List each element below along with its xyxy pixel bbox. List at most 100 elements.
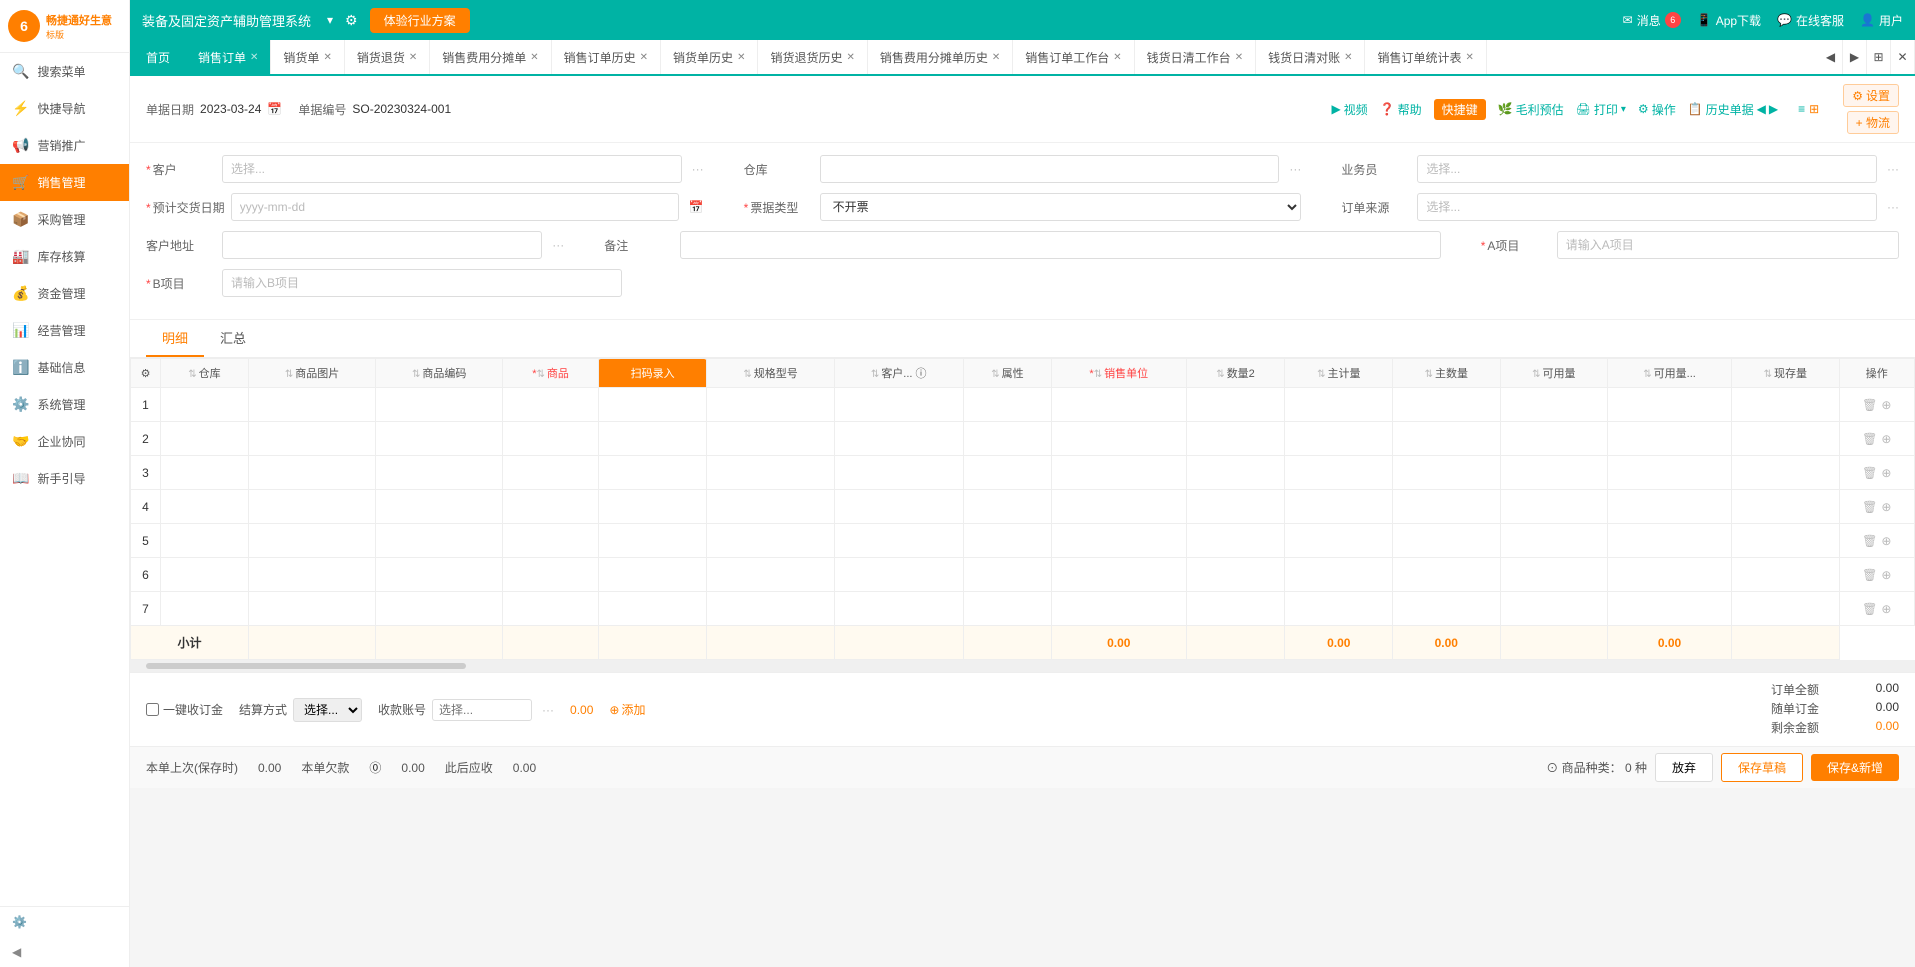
row-code-7[interactable]	[376, 592, 503, 626]
save-draft-button[interactable]: 保存草稿	[1721, 753, 1803, 782]
one-click-input[interactable]	[146, 703, 159, 716]
col-spec-header[interactable]: 规格型号	[707, 359, 834, 388]
row-unit-4[interactable]	[1051, 490, 1186, 524]
row-code-4[interactable]	[376, 490, 503, 524]
row-unit-2[interactable]	[1051, 422, 1186, 456]
sidebar-item-9[interactable]: ⚙️系统管理	[0, 386, 129, 423]
row-image-5[interactable]	[248, 524, 375, 558]
row-avail-4[interactable]	[1500, 490, 1608, 524]
row-copy-icon-2[interactable]: ⊕	[1881, 432, 1891, 446]
row-scan-1[interactable]	[598, 388, 707, 422]
sidebar-item-2[interactable]: 📢营销推广	[0, 127, 129, 164]
row-delete-icon-3[interactable]: 🗑	[1862, 466, 1877, 480]
sidebar-item-8[interactable]: ℹ️基础信息	[0, 349, 129, 386]
row-copy-icon-5[interactable]: ⊕	[1881, 534, 1891, 548]
tab-item-3[interactable]: 销售费用分摊单✕	[430, 40, 551, 74]
row-unit-7[interactable]	[1051, 592, 1186, 626]
delivery-date-input[interactable]	[231, 193, 679, 221]
row-unit-1[interactable]	[1051, 388, 1186, 422]
tab-item-10[interactable]: 钱货日清对账✕	[1256, 40, 1365, 74]
address-input[interactable]	[222, 231, 542, 259]
grid-view-icon[interactable]: ⊞	[1809, 102, 1819, 116]
sidebar-item-0[interactable]: 🔍搜索菜单	[0, 53, 129, 90]
row-stock-4[interactable]	[1732, 490, 1840, 524]
warehouse-input[interactable]: 成品库	[820, 155, 1280, 183]
sidebar-item-10[interactable]: 🤝企业协同	[0, 423, 129, 460]
calendar-icon[interactable]: 📅	[267, 102, 282, 116]
col-avail-header[interactable]: 可用量	[1500, 359, 1608, 388]
payment-method-select[interactable]: 选择...	[293, 698, 362, 722]
row-attr-1[interactable]	[963, 388, 1051, 422]
order-source-input[interactable]	[1417, 193, 1877, 221]
tab-item-2[interactable]: 销货退货✕	[345, 40, 430, 74]
row-copy-icon-4[interactable]: ⊕	[1881, 500, 1891, 514]
sidebar-item-3[interactable]: 🛒销售管理	[0, 164, 129, 201]
user-btn[interactable]: 👤 用户	[1860, 12, 1903, 29]
staff-input[interactable]	[1417, 155, 1877, 183]
tab-item-6[interactable]: 销货退货历史✕	[758, 40, 867, 74]
row-stock-3[interactable]	[1732, 456, 1840, 490]
row-mainunit-7[interactable]	[1285, 592, 1393, 626]
row-scan-2[interactable]	[598, 422, 707, 456]
solution-button[interactable]: 体验行业方案	[370, 8, 470, 33]
history-btn[interactable]: 📋 历史单据 ◀ ▶	[1688, 101, 1778, 118]
account-more-icon[interactable]: ···	[542, 703, 554, 717]
row-code-1[interactable]	[376, 388, 503, 422]
row-warehouse-2[interactable]	[161, 422, 249, 456]
row-delete-icon-2[interactable]: 🗑	[1862, 432, 1877, 446]
table-settings-icon[interactable]: ⚙	[141, 368, 151, 380]
col-stock-header[interactable]: 现存量	[1732, 359, 1840, 388]
tab-close-5[interactable]: ✕	[737, 52, 745, 63]
row-attr-5[interactable]	[963, 524, 1051, 558]
row-unit-3[interactable]	[1051, 456, 1186, 490]
list-view-icon[interactable]: ≡	[1798, 102, 1805, 116]
row-custref-3[interactable]	[834, 456, 963, 490]
col-mainunit-header[interactable]: 主计量	[1285, 359, 1393, 388]
col-attr-header[interactable]: 属性	[963, 359, 1051, 388]
row-mainqty-5[interactable]	[1393, 524, 1501, 558]
col-settings-header[interactable]: ⚙	[131, 359, 161, 388]
row-avail-3[interactable]	[1500, 456, 1608, 490]
row-copy-icon-3[interactable]: ⊕	[1881, 466, 1891, 480]
sidebar-item-6[interactable]: 💰资金管理	[0, 275, 129, 312]
tab-more-btn[interactable]: ⊞	[1867, 40, 1891, 74]
row-avail2-3[interactable]	[1608, 456, 1732, 490]
sidebar-item-7[interactable]: 📊经营管理	[0, 312, 129, 349]
row-avail-1[interactable]	[1500, 388, 1608, 422]
row-warehouse-4[interactable]	[161, 490, 249, 524]
customer-more-icon[interactable]: ···	[692, 162, 704, 176]
tab-detail[interactable]: 明细	[146, 320, 204, 357]
message-btn[interactable]: ✉ 消息 6	[1623, 12, 1681, 29]
order-source-more-icon[interactable]: ···	[1887, 200, 1899, 214]
row-spec-4[interactable]	[707, 490, 834, 524]
col-mainqty-header[interactable]: 主数量	[1393, 359, 1501, 388]
tab-close-9[interactable]: ✕	[1235, 52, 1243, 63]
row-scan-5[interactable]	[598, 524, 707, 558]
sidebar-settings[interactable]: ⚙️	[0, 907, 129, 937]
tab-item-9[interactable]: 钱货日清工作台✕	[1135, 40, 1256, 74]
row-delete-icon-6[interactable]: 🗑	[1862, 568, 1877, 582]
col-warehouse-header[interactable]: 仓库	[161, 359, 249, 388]
row-avail2-6[interactable]	[1608, 558, 1732, 592]
col-image-header[interactable]: 商品图片	[248, 359, 375, 388]
col-avail2-header[interactable]: 可用量...	[1608, 359, 1732, 388]
row-custref-7[interactable]	[834, 592, 963, 626]
row-product-7[interactable]	[503, 592, 599, 626]
sidebar-item-5[interactable]: 🏭库存核算	[0, 238, 129, 275]
tab-close-1[interactable]: ✕	[323, 52, 331, 63]
tab-item-4[interactable]: 销售订单历史✕	[552, 40, 661, 74]
row-mainqty-4[interactable]	[1393, 490, 1501, 524]
warehouse-more-icon[interactable]: ···	[1289, 162, 1301, 176]
row-avail-7[interactable]	[1500, 592, 1608, 626]
address-more-icon[interactable]: ···	[552, 238, 564, 252]
row-qty2-6[interactable]	[1186, 558, 1285, 592]
row-mainqty-7[interactable]	[1393, 592, 1501, 626]
help-btn[interactable]: ❓ 帮助	[1380, 101, 1422, 118]
row-mainunit-4[interactable]	[1285, 490, 1393, 524]
row-avail-6[interactable]	[1500, 558, 1608, 592]
row-qty2-1[interactable]	[1186, 388, 1285, 422]
row-warehouse-3[interactable]	[161, 456, 249, 490]
add-logistics-btn[interactable]: + 物流	[1847, 111, 1899, 134]
row-warehouse-6[interactable]	[161, 558, 249, 592]
settings-btn[interactable]: ⚙ 设置	[1843, 84, 1899, 107]
